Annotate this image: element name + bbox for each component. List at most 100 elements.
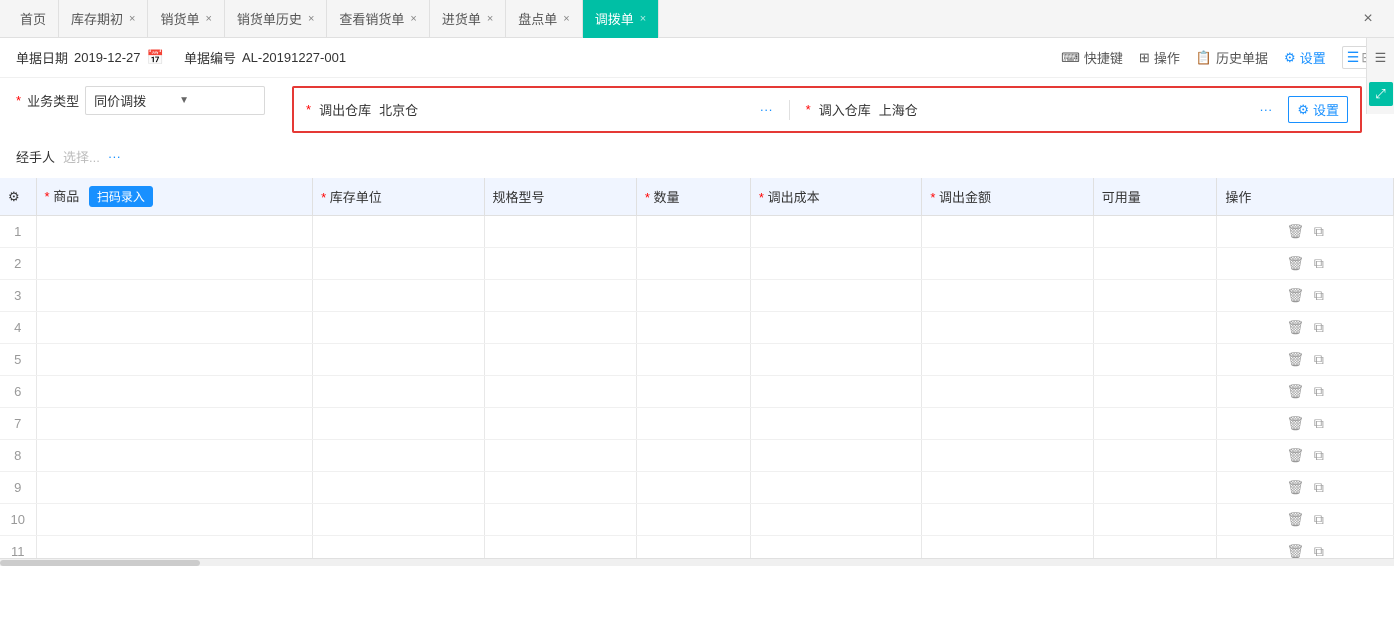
product-cell-2[interactable]: [36, 248, 313, 280]
amount-cell-5[interactable]: [922, 344, 1093, 376]
close-inventory-init[interactable]: ×: [129, 13, 135, 25]
close-sales-history[interactable]: ×: [308, 13, 314, 25]
right-panel-list-btn[interactable]: ☰: [1369, 46, 1393, 70]
close-sales-order[interactable]: ×: [205, 13, 211, 25]
cost-cell-4[interactable]: [750, 312, 921, 344]
tab-stocktake[interactable]: 盘点单 ×: [506, 0, 582, 38]
unit-cell-3[interactable]: [313, 280, 484, 312]
copy-btn-6[interactable]: ⧉: [1314, 383, 1324, 399]
tab-sales-order[interactable]: 销货单 ×: [148, 0, 224, 38]
operations-button[interactable]: ⊞ 操作: [1139, 48, 1180, 67]
amount-cell-10[interactable]: [922, 504, 1093, 536]
available-cell-11[interactable]: [1093, 536, 1217, 559]
qty-cell-3[interactable]: [636, 280, 750, 312]
qty-cell-7[interactable]: [636, 408, 750, 440]
spec-cell-5[interactable]: [484, 344, 636, 376]
qty-cell-2[interactable]: [636, 248, 750, 280]
product-cell-7[interactable]: [36, 408, 313, 440]
cost-cell-7[interactable]: [750, 408, 921, 440]
close-transfer[interactable]: ×: [640, 13, 646, 25]
available-cell-3[interactable]: [1093, 280, 1217, 312]
spec-cell-4[interactable]: [484, 312, 636, 344]
cost-cell-8[interactable]: [750, 440, 921, 472]
delete-btn-2[interactable]: 🗑: [1286, 255, 1304, 271]
horizontal-scrollbar[interactable]: [0, 558, 1394, 566]
spec-cell-11[interactable]: [484, 536, 636, 559]
qty-cell-4[interactable]: [636, 312, 750, 344]
shortcuts-button[interactable]: ⌨ 快捷键: [1061, 48, 1123, 67]
warehouse-settings-btn[interactable]: ⚙ 设置: [1288, 96, 1348, 123]
amount-cell-7[interactable]: [922, 408, 1093, 440]
product-cell-4[interactable]: [36, 312, 313, 344]
copy-btn-5[interactable]: ⧉: [1314, 351, 1324, 367]
product-cell-11[interactable]: [36, 536, 313, 559]
available-cell-6[interactable]: [1093, 376, 1217, 408]
amount-cell-6[interactable]: [922, 376, 1093, 408]
delete-btn-3[interactable]: 🗑: [1286, 287, 1304, 303]
unit-cell-8[interactable]: [313, 440, 484, 472]
copy-btn-7[interactable]: ⧉: [1314, 415, 1324, 431]
available-cell-10[interactable]: [1093, 504, 1217, 536]
delete-btn-1[interactable]: 🗑: [1286, 223, 1304, 239]
settings-gear-icon[interactable]: ⚙: [8, 189, 20, 204]
amount-cell-1[interactable]: [922, 216, 1093, 248]
delete-btn-9[interactable]: 🗑: [1286, 479, 1304, 495]
cost-cell-3[interactable]: [750, 280, 921, 312]
warehouse-out-value[interactable]: 北京仓: [379, 100, 418, 119]
delete-btn-8[interactable]: 🗑: [1286, 447, 1304, 463]
qty-cell-5[interactable]: [636, 344, 750, 376]
qty-cell-10[interactable]: [636, 504, 750, 536]
history-button[interactable]: 📋 历史单据: [1196, 48, 1268, 67]
tab-transfer[interactable]: 调拨单 ×: [583, 0, 659, 38]
unit-cell-9[interactable]: [313, 472, 484, 504]
copy-btn-8[interactable]: ⧉: [1314, 447, 1324, 463]
amount-cell-4[interactable]: [922, 312, 1093, 344]
amount-cell-8[interactable]: [922, 440, 1093, 472]
handler-input[interactable]: 选择...: [63, 147, 100, 166]
available-cell-1[interactable]: [1093, 216, 1217, 248]
unit-cell-1[interactable]: [313, 216, 484, 248]
copy-btn-2[interactable]: ⧉: [1314, 255, 1324, 271]
spec-cell-10[interactable]: [484, 504, 636, 536]
window-close-button[interactable]: ×: [1350, 0, 1386, 38]
amount-cell-9[interactable]: [922, 472, 1093, 504]
cost-cell-2[interactable]: [750, 248, 921, 280]
qty-cell-11[interactable]: [636, 536, 750, 559]
qty-cell-8[interactable]: [636, 440, 750, 472]
copy-btn-10[interactable]: ⧉: [1314, 511, 1324, 527]
available-cell-4[interactable]: [1093, 312, 1217, 344]
cost-cell-9[interactable]: [750, 472, 921, 504]
product-cell-6[interactable]: [36, 376, 313, 408]
list-view-icon[interactable]: ☰: [1347, 49, 1360, 66]
available-cell-9[interactable]: [1093, 472, 1217, 504]
doc-date-value[interactable]: 2019-12-27: [74, 50, 141, 65]
unit-cell-5[interactable]: [313, 344, 484, 376]
tab-inventory-init[interactable]: 库存期初 ×: [59, 0, 148, 38]
spec-cell-8[interactable]: [484, 440, 636, 472]
available-cell-8[interactable]: [1093, 440, 1217, 472]
copy-btn-11[interactable]: ⧉: [1314, 543, 1324, 558]
copy-btn-3[interactable]: ⧉: [1314, 287, 1324, 303]
amount-cell-2[interactable]: [922, 248, 1093, 280]
right-panel-expand-btn[interactable]: ⤢: [1369, 82, 1393, 106]
business-type-select[interactable]: 同价调拨 ▼: [85, 86, 265, 115]
tab-purchase-order[interactable]: 进货单 ×: [430, 0, 506, 38]
product-cell-10[interactable]: [36, 504, 313, 536]
spec-cell-7[interactable]: [484, 408, 636, 440]
scan-barcode-button[interactable]: 扫码录入: [89, 186, 153, 207]
product-cell-8[interactable]: [36, 440, 313, 472]
cost-cell-10[interactable]: [750, 504, 921, 536]
unit-cell-2[interactable]: [313, 248, 484, 280]
gear-col-header[interactable]: ⚙: [0, 178, 36, 216]
delete-btn-4[interactable]: 🗑: [1286, 319, 1304, 335]
product-cell-9[interactable]: [36, 472, 313, 504]
unit-cell-10[interactable]: [313, 504, 484, 536]
qty-cell-1[interactable]: [636, 216, 750, 248]
spec-cell-1[interactable]: [484, 216, 636, 248]
product-cell-5[interactable]: [36, 344, 313, 376]
warehouse-in-value[interactable]: 上海仓: [879, 100, 918, 119]
warehouse-out-ellipsis[interactable]: ···: [760, 102, 773, 117]
spec-cell-3[interactable]: [484, 280, 636, 312]
available-cell-2[interactable]: [1093, 248, 1217, 280]
delete-btn-6[interactable]: 🗑: [1286, 383, 1304, 399]
